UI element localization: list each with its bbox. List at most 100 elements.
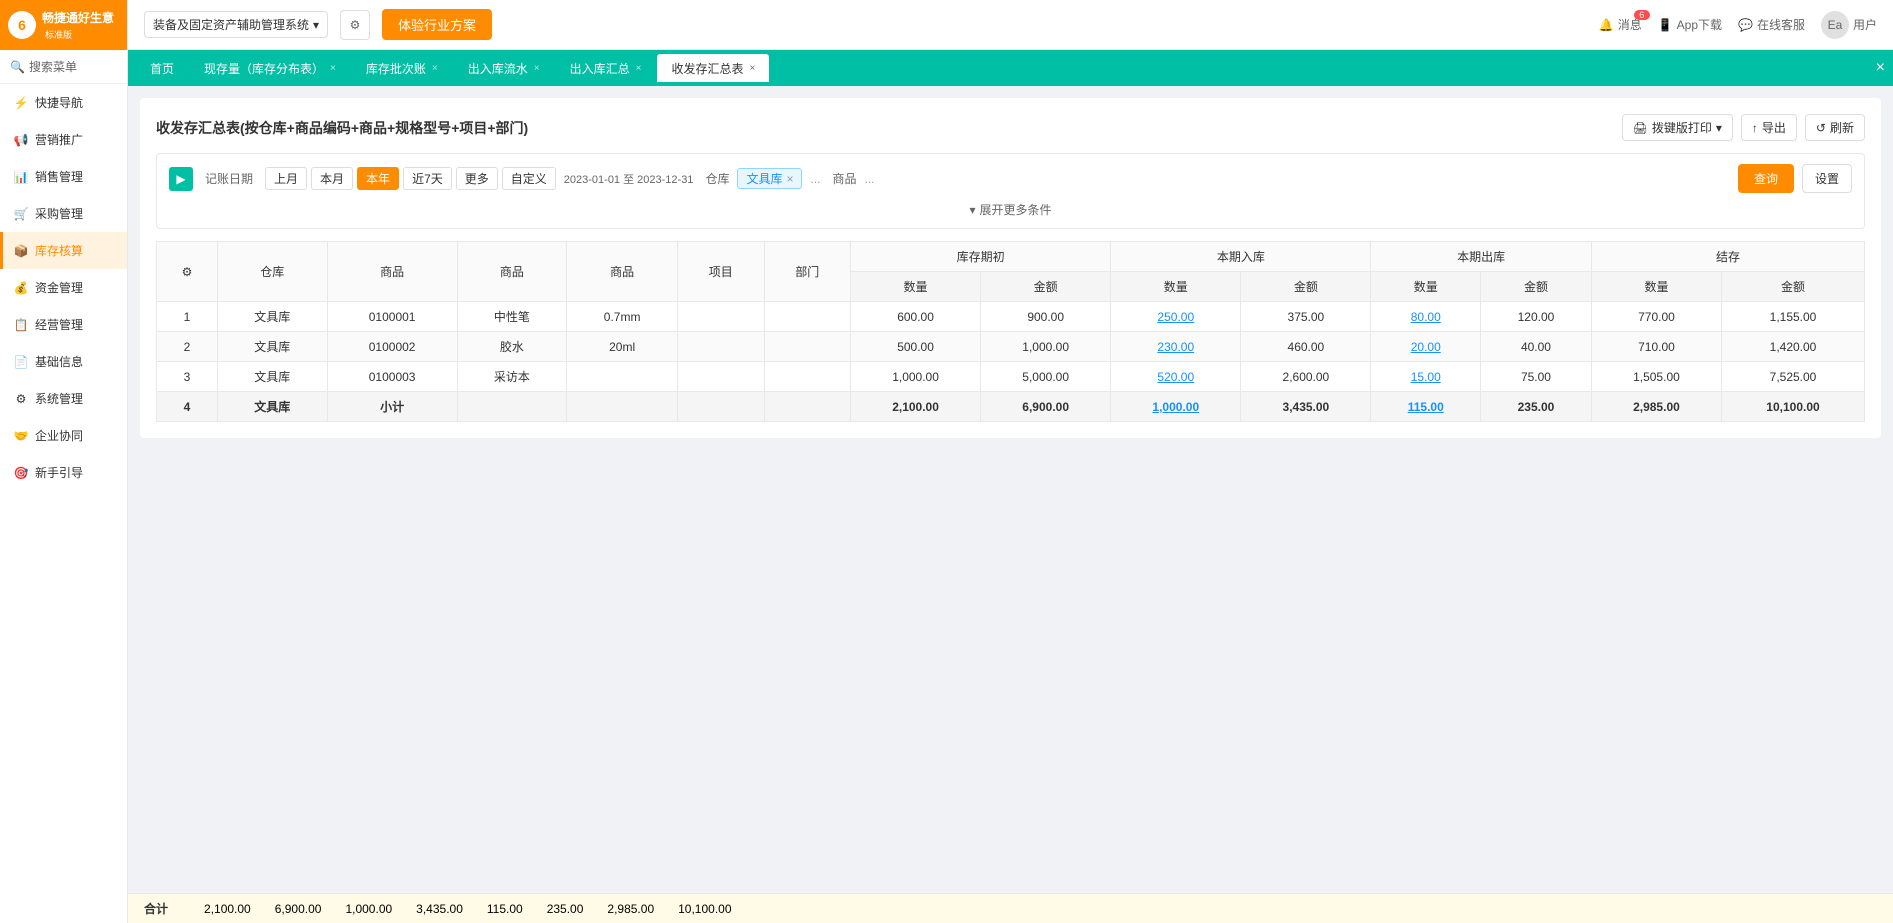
cell-goods-code: 0100002 — [327, 332, 457, 362]
cell-subtotal-opening-amt: 6,900.00 — [981, 392, 1111, 422]
cell-out-qty[interactable]: 20.00 — [1371, 332, 1481, 362]
date-btn-this-year[interactable]: 本年 — [357, 167, 399, 190]
sidebar-item-marketing[interactable]: 📢 营销推广 — [0, 121, 127, 158]
tab-home-label: 首页 — [150, 60, 174, 77]
tab-stock-summary[interactable]: 收发存汇总表 × — [657, 54, 769, 82]
close-all-tabs-button[interactable]: × — [1876, 59, 1885, 77]
sidebar-item-base[interactable]: 📄 基础信息 — [0, 343, 127, 380]
page-header: 收发存汇总表(按仓库+商品编码+商品+规格型号+项目+部门) 🖨 拨键版打印 ▾… — [156, 114, 1865, 141]
total-closing-qty: 2,985.00 — [607, 902, 654, 916]
tab-inout-summary-close[interactable]: × — [636, 63, 642, 74]
sidebar-item-system[interactable]: ⚙ 系统管理 — [0, 380, 127, 417]
warehouse-tag-remove[interactable]: × — [786, 172, 793, 186]
topbar-actions: 🔔 6 消息 📱 App下载 💬 在线客服 Ea 用户 — [1599, 11, 1877, 39]
tab-stock-dist[interactable]: 现存量（库存分布表） × — [190, 54, 350, 82]
date-filter-label: 记账日期 — [205, 170, 253, 187]
cell-in-qty[interactable]: 520.00 — [1111, 362, 1241, 392]
sidebar-item-label: 库存核算 — [35, 242, 83, 259]
warehouse-more-button[interactable]: ... — [810, 172, 820, 186]
sidebar-item-newbie[interactable]: 🎯 新手引导 — [0, 454, 127, 491]
tabs-bar: 首页 现存量（库存分布表） × 库存批次账 × 出入库流水 × 出入库汇总 × … — [128, 50, 1893, 86]
tab-inout-flow[interactable]: 出入库流水 × — [454, 54, 554, 82]
date-btn-7days[interactable]: 近7天 — [403, 167, 452, 190]
cell-subtotal-in-qty[interactable]: 1,000.00 — [1111, 392, 1241, 422]
online-service-button[interactable]: 💬 在线客服 — [1738, 16, 1805, 33]
user-label: 用户 — [1853, 16, 1877, 33]
topbar: 装备及固定资产辅助管理系统 ▾ ⚙ 体验行业方案 🔔 6 消息 📱 App下载 … — [128, 0, 1893, 50]
goods-more-button[interactable]: ... — [865, 172, 875, 186]
cell-in-qty[interactable]: 230.00 — [1111, 332, 1241, 362]
cell-closing-qty: 1,505.00 — [1591, 362, 1721, 392]
th-closing-qty: 数量 — [1591, 272, 1721, 302]
print-button[interactable]: 🖨 拨键版打印 ▾ — [1622, 114, 1733, 141]
sales-icon: 📊 — [13, 169, 29, 185]
tab-batch[interactable]: 库存批次账 × — [352, 54, 452, 82]
total-label: 合计 — [144, 900, 168, 917]
warehouse-tag-wenjuku[interactable]: 文具库 × — [737, 168, 802, 189]
tab-stock-dist-close[interactable]: × — [330, 63, 336, 74]
system-selector[interactable]: 装备及固定资产辅助管理系统 ▾ — [144, 11, 328, 38]
sidebar-item-label: 销售管理 — [35, 168, 83, 185]
th-out-group: 本期出库 — [1371, 242, 1591, 272]
date-btn-last-month[interactable]: 上月 — [265, 167, 307, 190]
operation-icon: 📋 — [13, 317, 29, 333]
cell-closing-amt: 7,525.00 — [1722, 362, 1865, 392]
chevron-down-icon: ▾ — [313, 18, 319, 32]
date-btn-more[interactable]: 更多 — [456, 167, 498, 190]
th-in-group: 本期入库 — [1111, 242, 1371, 272]
tab-inout-flow-close[interactable]: × — [534, 63, 540, 74]
filter-collapse-button[interactable]: ▶ — [169, 167, 193, 191]
th-opening-qty: 数量 — [851, 272, 981, 302]
cell-subtotal-out-qty[interactable]: 115.00 — [1371, 392, 1481, 422]
cell-in-amt: 460.00 — [1241, 332, 1371, 362]
tab-stock-summary-close[interactable]: × — [749, 63, 755, 74]
th-settings[interactable]: ⚙ — [157, 242, 218, 302]
date-btn-this-month[interactable]: 本月 — [311, 167, 353, 190]
tab-inout-summary[interactable]: 出入库汇总 × — [556, 54, 656, 82]
cell-no: 1 — [157, 302, 218, 332]
subtotal-row: 4 文具库 小计 2,100.00 6,900.00 1,000.00 3,43… — [157, 392, 1865, 422]
cell-out-amt: 75.00 — [1481, 362, 1592, 392]
user-menu-button[interactable]: Ea 用户 — [1821, 11, 1877, 39]
date-btn-custom[interactable]: 自定义 — [502, 167, 556, 190]
tab-home[interactable]: 首页 — [136, 54, 188, 82]
search-button[interactable]: 查询 — [1738, 164, 1794, 193]
notification-badge: 6 — [1634, 10, 1650, 20]
goods-filter-label: 商品 — [833, 170, 857, 187]
refresh-button[interactable]: ↺ 刷新 — [1805, 114, 1865, 141]
cell-in-qty[interactable]: 250.00 — [1111, 302, 1241, 332]
expand-more-conditions-button[interactable]: ▾ 展开更多条件 — [969, 201, 1051, 218]
cell-dept — [764, 362, 850, 392]
table-row: 3 文具库 0100003 采访本 1,000.00 5,000.00 520.… — [157, 362, 1865, 392]
sidebar-item-sales[interactable]: 📊 销售管理 — [0, 158, 127, 195]
inventory-icon: 📦 — [13, 243, 29, 259]
filter-settings-button[interactable]: 设置 — [1802, 164, 1852, 193]
cell-goods-name: 中性笔 — [457, 302, 567, 332]
sidebar-item-search[interactable]: 🔍 搜索菜单 — [0, 50, 127, 84]
try-industry-button[interactable]: 体验行业方案 — [382, 9, 492, 40]
app-download-button[interactable]: 📱 App下载 — [1658, 16, 1722, 33]
cell-closing-amt: 1,420.00 — [1722, 332, 1865, 362]
warehouse-filter-label: 仓库 — [705, 170, 729, 187]
sidebar-item-inventory[interactable]: 📦 库存核算 — [0, 232, 127, 269]
sidebar-logo: 6 畅捷通好生意 标准版 — [0, 0, 127, 50]
tab-batch-close[interactable]: × — [432, 63, 438, 74]
cell-project — [678, 362, 764, 392]
cell-opening-amt: 1,000.00 — [981, 332, 1111, 362]
settings-gear-button[interactable]: ⚙ — [340, 10, 370, 40]
sidebar-item-purchase[interactable]: 🛒 采购管理 — [0, 195, 127, 232]
avatar: Ea — [1821, 11, 1849, 39]
sidebar-item-label: 基础信息 — [35, 353, 83, 370]
sidebar-item-enterprise[interactable]: 🤝 企业协同 — [0, 417, 127, 454]
cell-out-qty[interactable]: 80.00 — [1371, 302, 1481, 332]
th-closing-group: 结存 — [1591, 242, 1864, 272]
export-button[interactable]: ↑ 导出 — [1741, 114, 1797, 141]
cell-goods-spec — [567, 362, 678, 392]
notification-button[interactable]: 🔔 6 消息 — [1599, 16, 1642, 33]
sidebar-item-quick[interactable]: ⚡ 快捷导航 — [0, 84, 127, 121]
sidebar-item-operation[interactable]: 📋 经营管理 — [0, 306, 127, 343]
cell-out-amt: 120.00 — [1481, 302, 1592, 332]
export-icon: ↑ — [1752, 121, 1758, 135]
sidebar-item-finance[interactable]: 💰 资金管理 — [0, 269, 127, 306]
cell-out-qty[interactable]: 15.00 — [1371, 362, 1481, 392]
